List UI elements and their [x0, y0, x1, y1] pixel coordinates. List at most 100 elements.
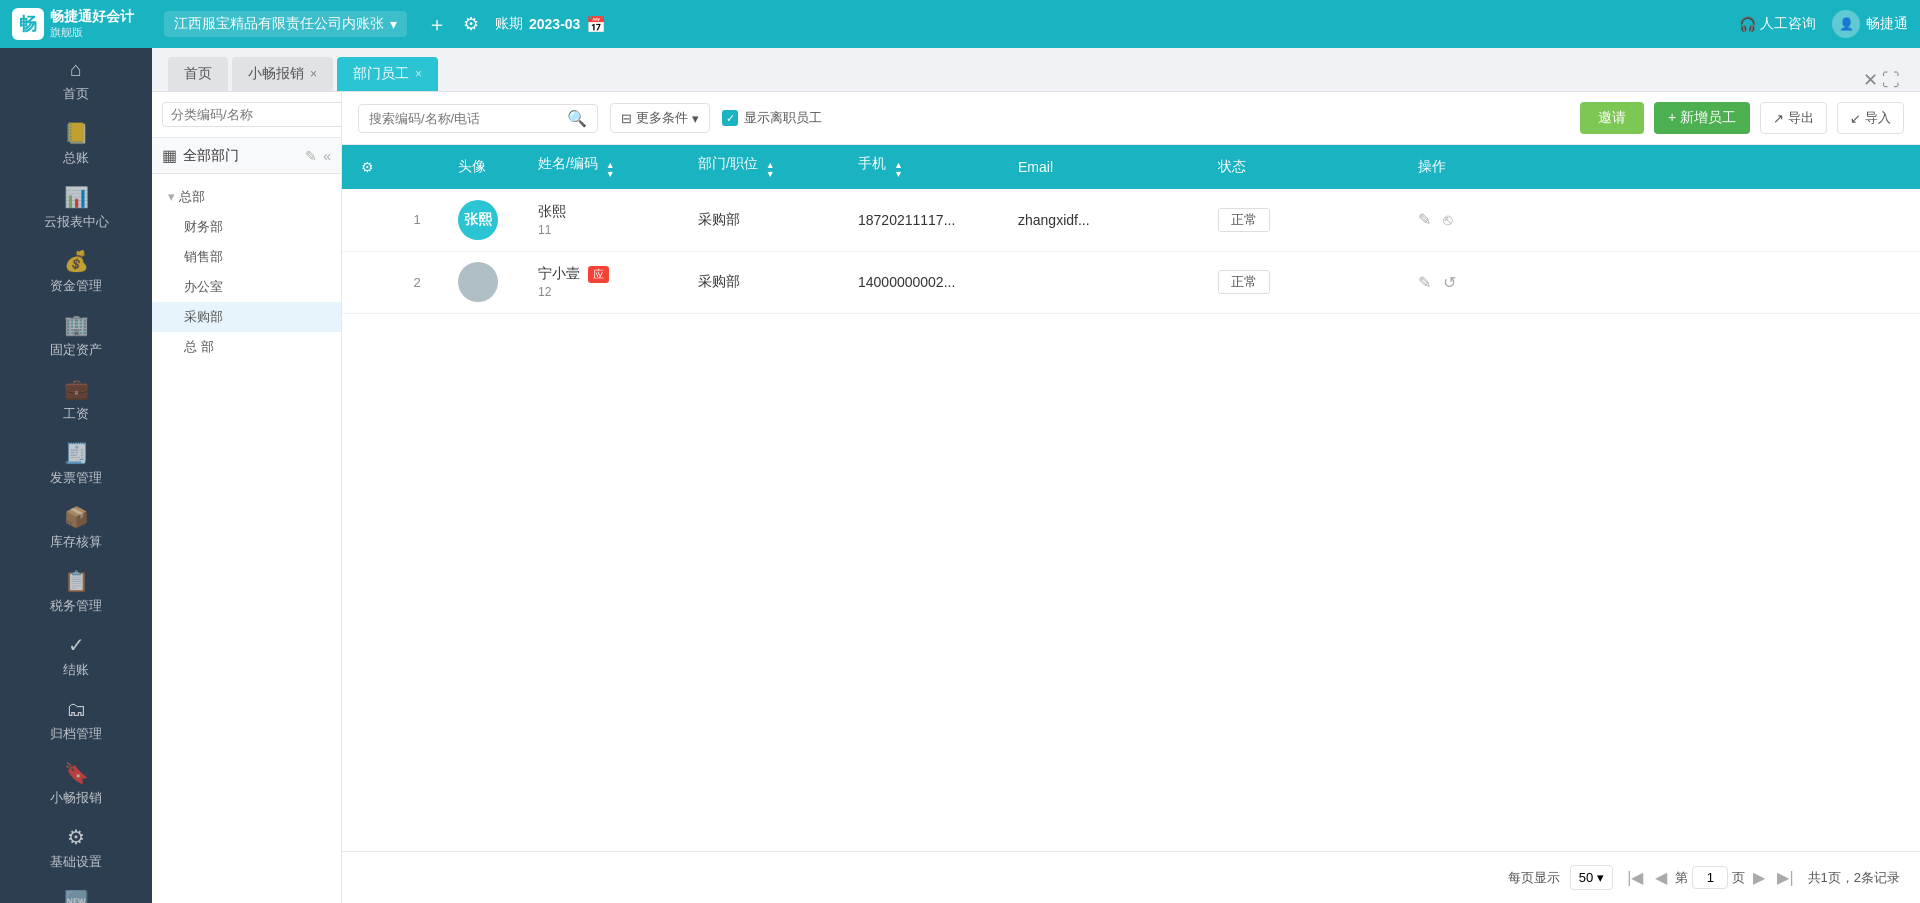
add-company-button[interactable]: ＋ — [427, 11, 447, 38]
sidebar-item-reports[interactable]: 📊 云报表中心 — [0, 176, 152, 240]
sidebar-item-archive[interactable]: 🗂 归档管理 — [0, 688, 152, 752]
th-name[interactable]: 姓名/编码 ▲ ▼ — [522, 145, 682, 189]
show-resigned-checkbox[interactable]: ✓ — [722, 110, 738, 126]
th-actions: 操作 — [1402, 145, 1920, 189]
tab-expense-close[interactable]: × — [310, 67, 317, 81]
tree-header: ▦ 全部部门 ✎ « — [152, 138, 341, 174]
add-employee-button[interactable]: + 新增员工 — [1654, 102, 1750, 134]
sidebar-item-settings[interactable]: ⚙ 基础设置 — [0, 816, 152, 880]
sidebar-item-close[interactable]: ✓ 结账 — [0, 624, 152, 688]
row-1-phone: 18720211117... — [858, 212, 955, 228]
sidebar-label-reports: 云报表中心 — [44, 213, 109, 231]
table-row: 2 宁小壹 应 — [342, 251, 1920, 313]
table-header: ⚙ 头像 姓名/编码 ▲ ▼ — [342, 145, 1920, 189]
sidebar-item-expense[interactable]: 🔖 小畅报销 — [0, 752, 152, 816]
user-info[interactable]: 👤 畅捷通 — [1832, 10, 1908, 38]
sidebar-label-close: 结账 — [63, 661, 89, 679]
page-last-button[interactable]: ▶| — [1773, 866, 1797, 889]
row-2-refresh-icon[interactable]: ↺ — [1443, 273, 1456, 292]
page-first-button[interactable]: |◀ — [1623, 866, 1647, 889]
tab-dept-employee[interactable]: 部门员工 × — [337, 57, 438, 91]
tree-node-general-dept2[interactable]: 总 部 — [152, 332, 341, 362]
page-size-dropdown-icon: ▾ — [1597, 870, 1604, 885]
row-1-dept-cell: 采购部 — [682, 189, 842, 251]
page-next-button[interactable]: ▶ — [1749, 866, 1769, 889]
app-name: 畅捷通好会计 — [50, 8, 134, 25]
sidebar-item-salary[interactable]: 💼 工资 — [0, 368, 152, 432]
headset-icon: 🎧 — [1739, 16, 1756, 32]
export-button[interactable]: ↗ 导出 — [1760, 102, 1827, 134]
row-1-name-cell: 张熙 11 — [522, 189, 682, 251]
search-icon[interactable]: 🔍 — [567, 109, 587, 128]
tree-node-sales[interactable]: 销售部 — [152, 242, 341, 272]
page-number-input[interactable] — [1692, 866, 1728, 889]
th-dept[interactable]: 部门/职位 ▲ ▼ — [682, 145, 842, 189]
sidebar-label-settings: 基础设置 — [50, 853, 102, 871]
search-box: 🔍 — [358, 104, 598, 133]
tree-node-general-dept[interactable]: ▾总部 — [152, 182, 341, 212]
inventory-icon: 📦 — [64, 505, 89, 529]
page-prev-button[interactable]: ◀ — [1651, 866, 1671, 889]
sidebar-item-home[interactable]: ⌂ 首页 — [0, 48, 152, 112]
support-label: 人工咨询 — [1760, 15, 1816, 33]
row-1-edit-icon[interactable]: ✎ — [1418, 210, 1431, 229]
all-dept-label: 全部部门 — [183, 147, 299, 165]
sidebar-item-assets[interactable]: 🏢 固定资产 — [0, 304, 152, 368]
calendar-icon[interactable]: 📅 — [586, 15, 606, 34]
sidebar-label-tax: 税务管理 — [50, 597, 102, 615]
edit-dept-icon[interactable]: ✎ — [305, 148, 317, 164]
row-1-name: 张熙 — [538, 203, 666, 221]
th-phone[interactable]: 手机 ▲ ▼ — [842, 145, 1002, 189]
invite-button[interactable]: 邀请 — [1580, 102, 1644, 134]
tab-home[interactable]: 首页 — [168, 57, 228, 91]
funds-icon: 💰 — [64, 249, 89, 273]
collapse-icon[interactable]: « — [323, 148, 331, 164]
sidebar-label-assets: 固定资产 — [50, 341, 102, 359]
tree-panel: 🔍 ▦ 全部部门 ✎ « ▾总部 财务部 销售部 办公室 采购部 总 部 — [152, 92, 342, 903]
export-icon: ↗ — [1773, 111, 1784, 126]
user-avatar: 👤 — [1832, 10, 1860, 38]
page-nav: |◀ ◀ 第 页 ▶ ▶| — [1623, 866, 1797, 889]
row-2-actions-cell: ✎ ↺ — [1402, 251, 1920, 313]
sidebar-item-funds[interactable]: 💰 资金管理 — [0, 240, 152, 304]
all-dept-icon: ▦ — [162, 146, 177, 165]
row-1-status: 正常 — [1218, 208, 1270, 232]
table-body: 1 张熙 张熙 11 — [342, 189, 1920, 313]
row-2-edit-icon[interactable]: ✎ — [1418, 273, 1431, 292]
company-selector[interactable]: 江西服宝精品有限责任公司内账张 ▾ — [164, 11, 407, 37]
tree-node-office[interactable]: 办公室 — [152, 272, 341, 302]
tree-node-purchase[interactable]: 采购部 — [152, 302, 341, 332]
show-resigned-area: ✓ 显示离职员工 — [722, 109, 822, 127]
invite-label: 邀请 — [1598, 109, 1626, 125]
table-wrapper: ⚙ 头像 姓名/编码 ▲ ▼ — [342, 145, 1920, 851]
import-label: 导入 — [1865, 109, 1891, 127]
page-content: 🔍 ▦ 全部部门 ✎ « ▾总部 财务部 销售部 办公室 采购部 总 部 — [152, 92, 1920, 903]
page-size-value: 50 — [1579, 870, 1593, 885]
th-email: Email — [1002, 145, 1202, 189]
expand-icon[interactable]: ⛶ — [1882, 70, 1900, 91]
th-settings[interactable]: ⚙ — [342, 145, 392, 189]
search-input[interactable] — [369, 111, 561, 126]
import-icon: ↙ — [1850, 111, 1861, 126]
tree-search-input[interactable] — [162, 102, 342, 127]
tab-dept-employee-close[interactable]: × — [415, 67, 422, 81]
sidebar-item-guide[interactable]: 🆕 新手引导 — [0, 880, 152, 903]
settings-icon[interactable]: ⚙ — [463, 13, 479, 35]
row-1-logout-icon[interactable]: ⎋ — [1443, 211, 1453, 229]
accounting-period: 账期 2023-03 📅 — [495, 15, 606, 34]
sidebar-item-general[interactable]: 📒 总账 — [0, 112, 152, 176]
sidebar-item-inventory[interactable]: 📦 库存核算 — [0, 496, 152, 560]
sidebar-item-tax[interactable]: 📋 税务管理 — [0, 560, 152, 624]
close-page-icon[interactable]: ✕ — [1863, 69, 1878, 91]
filter-button[interactable]: ⊟ 更多条件 ▾ — [610, 103, 710, 133]
import-button[interactable]: ↙ 导入 — [1837, 102, 1904, 134]
tab-expense[interactable]: 小畅报销 × — [232, 57, 333, 91]
support-button[interactable]: 🎧 人工咨询 — [1739, 15, 1816, 33]
sidebar-item-invoice[interactable]: 🧾 发票管理 — [0, 432, 152, 496]
tree-node-finance[interactable]: 财务部 — [152, 212, 341, 242]
page-size-select[interactable]: 50 ▾ — [1570, 865, 1613, 890]
content-area: 首页 小畅报销 × 部门员工 × ✕ ⛶ 🔍 ▦ — [152, 48, 1920, 903]
sort-name-icon: ▲ ▼ — [606, 161, 615, 179]
row-2-name: 宁小壹 应 — [538, 265, 666, 283]
row-1-num: 1 — [392, 189, 442, 251]
